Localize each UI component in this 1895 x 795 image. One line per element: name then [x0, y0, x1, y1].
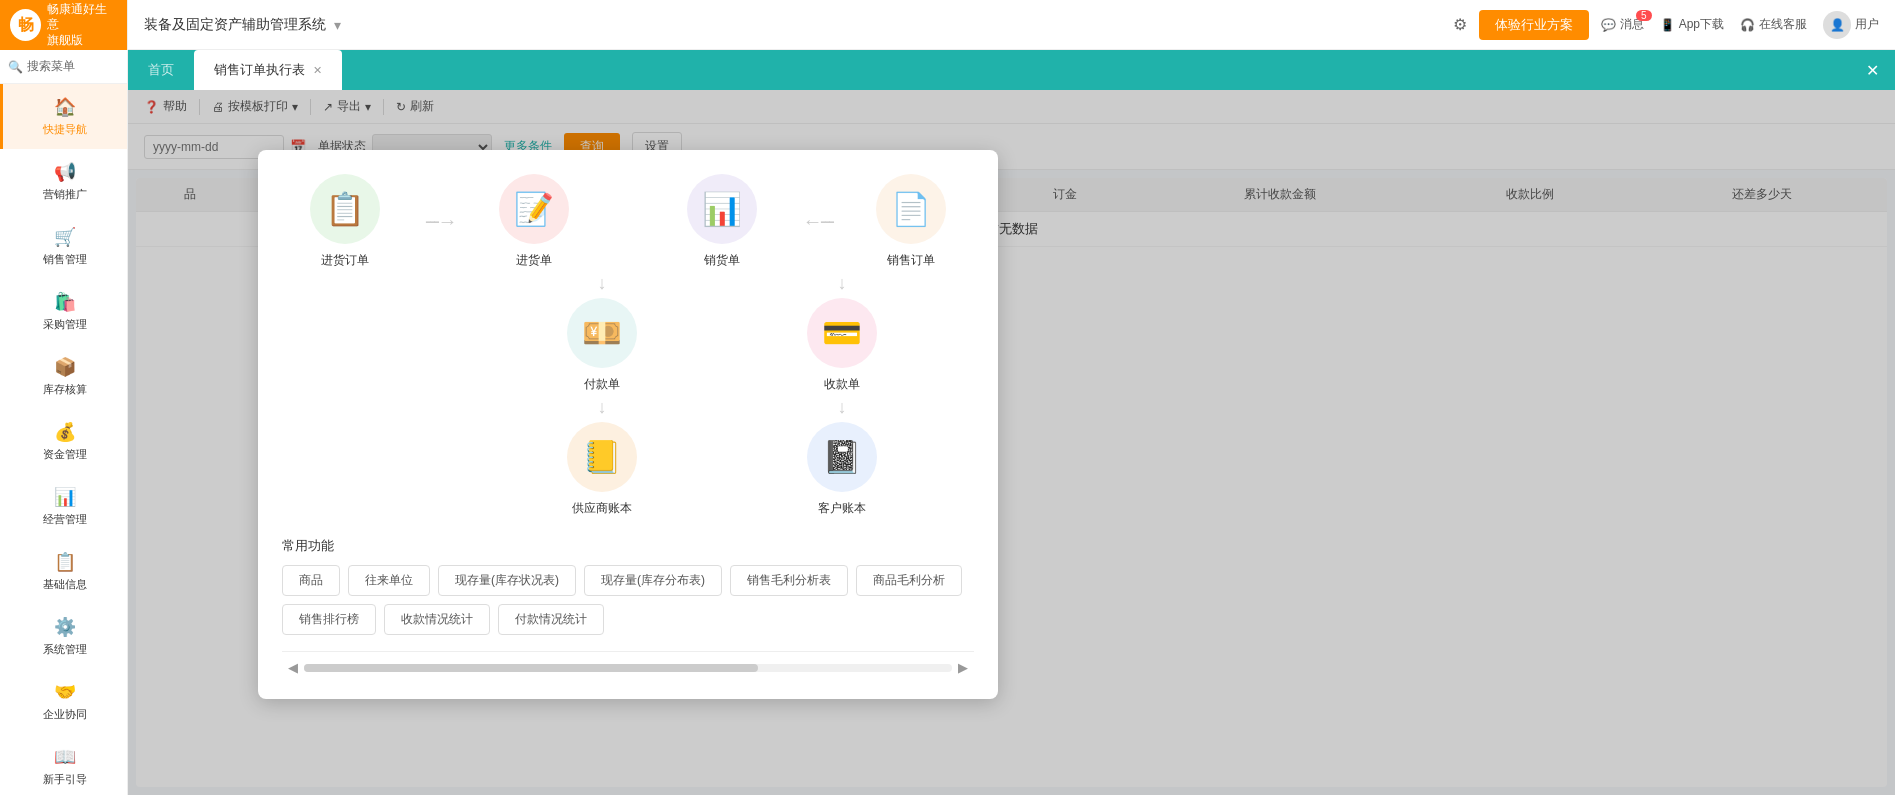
inventory-icon: 📦 [54, 356, 76, 378]
sidebar-item-system[interactable]: ⚙️ 系统管理 [0, 604, 127, 669]
app-download-action[interactable]: 📱 App下载 [1660, 16, 1724, 33]
receipt-circle: 💳 [807, 298, 877, 368]
sidebar-nav: 🏠 快捷导航 📢 营销推广 🛒 销售管理 🛍️ 采购管理 📦 库存核算 💰 [0, 84, 127, 795]
purchase-order-circle: 📋 [310, 174, 380, 244]
sales-bill-circle: 📊 [687, 174, 757, 244]
system-icon: ⚙️ [54, 616, 76, 638]
flow-node-receipt[interactable]: 💳 收款单 [762, 298, 922, 393]
purchase-icon: 🛍️ [54, 291, 76, 313]
message-action[interactable]: 💬 消息 5 [1601, 16, 1644, 33]
arrow-right-1: - - - → [408, 210, 471, 233]
settings-icon[interactable]: ⚙ [1453, 15, 1467, 34]
sales-icon: 🛒 [54, 226, 76, 248]
sidebar-item-marketing[interactable]: 📢 营销推广 [0, 149, 127, 214]
service-icon: 🎧 [1740, 18, 1755, 32]
customer-ledger-icon: 📓 [822, 438, 862, 476]
tab-sales-order[interactable]: 销售订单执行表 ✕ [194, 50, 342, 90]
flow-node-payment[interactable]: 💴 付款单 [522, 298, 682, 393]
system-title: 装备及固定资产辅助管理系统 ▾ [144, 16, 1441, 34]
tab-home[interactable]: 首页 [128, 50, 194, 90]
home-icon: 🏠 [54, 96, 76, 118]
func-btn-payment-stats[interactable]: 付款情况统计 [498, 604, 604, 635]
scrollbar-track[interactable] [304, 664, 952, 672]
sales-order-circle: 📄 [876, 174, 946, 244]
search-icon: 🔍 [8, 60, 23, 74]
topbar-actions: 💬 消息 5 📱 App下载 🎧 在线客服 👤 用户 [1601, 11, 1879, 39]
func-btn-sales-profit[interactable]: 销售毛利分析表 [730, 565, 848, 596]
avatar: 👤 [1823, 11, 1851, 39]
supplier-ledger-circle: 📒 [567, 422, 637, 492]
arrow-down-sales: ↓ [762, 273, 922, 294]
flow-node-sales-bill[interactable]: 📊 销货单 [659, 174, 785, 269]
flow-dialog: 📋 进货订单 - - - → 📝 进货单 [258, 150, 998, 699]
purchase-bill-circle: 📝 [499, 174, 569, 244]
scroll-left-arrow[interactable]: ◀ [282, 660, 304, 675]
sidebar-item-operations[interactable]: 📊 经营管理 [0, 474, 127, 539]
user-action[interactable]: 👤 用户 [1823, 11, 1879, 39]
arrow-down-purchase: ↓ [522, 273, 682, 294]
arrow-left-1: ← - - - [785, 210, 848, 233]
sidebar-search[interactable]: 🔍 搜索菜单 [0, 50, 127, 84]
func-btn-product[interactable]: 商品 [282, 565, 340, 596]
flow-node-purchase-order[interactable]: 📋 进货订单 [282, 174, 408, 269]
tabbar: 首页 销售订单执行表 ✕ ✕ [128, 50, 1895, 90]
customer-ledger-circle: 📓 [807, 422, 877, 492]
common-functions: 常用功能 商品 往来单位 现存量(库存状况表) 现存量(库存分布表) 销售毛利分… [282, 537, 974, 635]
purchase-bill-icon: 📝 [514, 190, 554, 228]
sidebar-item-base-info[interactable]: 📋 基础信息 [0, 539, 127, 604]
sidebar-item-guide[interactable]: 📖 新手引导 [0, 734, 127, 795]
func-btn-product-profit[interactable]: 商品毛利分析 [856, 565, 962, 596]
operations-icon: 📊 [54, 486, 76, 508]
func-btn-receipt-stats[interactable]: 收款情况统计 [384, 604, 490, 635]
page-body: ❓ 帮助 🖨 按模板打印 ▾ ↗ 导出 ▾ ↻ 刷新 [128, 90, 1895, 795]
dialog-scrollbar: ◀ ▶ [282, 651, 974, 675]
func-btn-sales-rank[interactable]: 销售排行榜 [282, 604, 376, 635]
logo-text: 畅康通好生意 旗舰版 [47, 2, 117, 49]
sales-order-icon: 📄 [891, 190, 931, 228]
tab-close-icon[interactable]: ✕ [313, 64, 322, 77]
sidebar-item-quick-nav[interactable]: 🏠 快捷导航 [0, 84, 127, 149]
sidebar-logo: 畅 畅康通好生意 旗舰版 [0, 0, 127, 50]
sidebar-item-purchase[interactable]: 🛍️ 采购管理 [0, 279, 127, 344]
topbar: 装备及固定资产辅助管理系统 ▾ ⚙ 体验行业方案 💬 消息 5 📱 App下载 … [128, 0, 1895, 50]
sidebar-item-finance[interactable]: 💰 资金管理 [0, 409, 127, 474]
title-dropdown[interactable]: ▾ [334, 17, 341, 33]
purchase-order-icon: 📋 [325, 190, 365, 228]
trial-button[interactable]: 体验行业方案 [1479, 10, 1589, 40]
payment-circle: 💴 [567, 298, 637, 368]
flow-node-purchase-bill[interactable]: 📝 进货单 [471, 174, 597, 269]
sidebar-item-inventory[interactable]: 📦 库存核算 [0, 344, 127, 409]
arrow-down-payment: ↓ [522, 397, 682, 418]
enterprise-icon: 🤝 [54, 681, 76, 703]
sidebar-item-enterprise[interactable]: 🤝 企业协同 [0, 669, 127, 734]
marketing-icon: 📢 [54, 161, 76, 183]
sidebar: 畅 畅康通好生意 旗舰版 🔍 搜索菜单 🏠 快捷导航 📢 营销推广 🛒 销售管理 [0, 0, 128, 795]
scrollbar-thumb[interactable] [304, 664, 758, 672]
func-buttons: 商品 往来单位 现存量(库存状况表) 现存量(库存分布表) 销售毛利分析表 商品… [282, 565, 974, 635]
sales-bill-icon: 📊 [702, 190, 742, 228]
func-btn-stock-status[interactable]: 现存量(库存状况表) [438, 565, 576, 596]
window-close-icon[interactable]: ✕ [1850, 61, 1895, 80]
func-btn-stock-dist[interactable]: 现存量(库存分布表) [584, 565, 722, 596]
flow-node-customer-ledger[interactable]: 📓 客户账本 [762, 422, 922, 517]
main-content: 装备及固定资产辅助管理系统 ▾ ⚙ 体验行业方案 💬 消息 5 📱 App下载 … [128, 0, 1895, 795]
func-btn-partner[interactable]: 往来单位 [348, 565, 430, 596]
online-service-action[interactable]: 🎧 在线客服 [1740, 16, 1807, 33]
receipt-icon: 💳 [822, 314, 862, 352]
arrow-down-receipt: ↓ [762, 397, 922, 418]
payment-icon: 💴 [582, 314, 622, 352]
logo-icon: 畅 [10, 9, 41, 41]
finance-icon: 💰 [54, 421, 76, 443]
sidebar-item-sales[interactable]: 🛒 销售管理 [0, 214, 127, 279]
supplier-ledger-icon: 📒 [582, 438, 622, 476]
base-info-icon: 📋 [54, 551, 76, 573]
flow-node-supplier-ledger[interactable]: 📒 供应商账本 [522, 422, 682, 517]
download-icon: 📱 [1660, 18, 1675, 32]
guide-icon: 📖 [54, 746, 76, 768]
message-icon: 💬 [1601, 18, 1616, 32]
scroll-right-arrow[interactable]: ▶ [952, 660, 974, 675]
flow-node-sales-order[interactable]: 📄 销售订单 [848, 174, 974, 269]
